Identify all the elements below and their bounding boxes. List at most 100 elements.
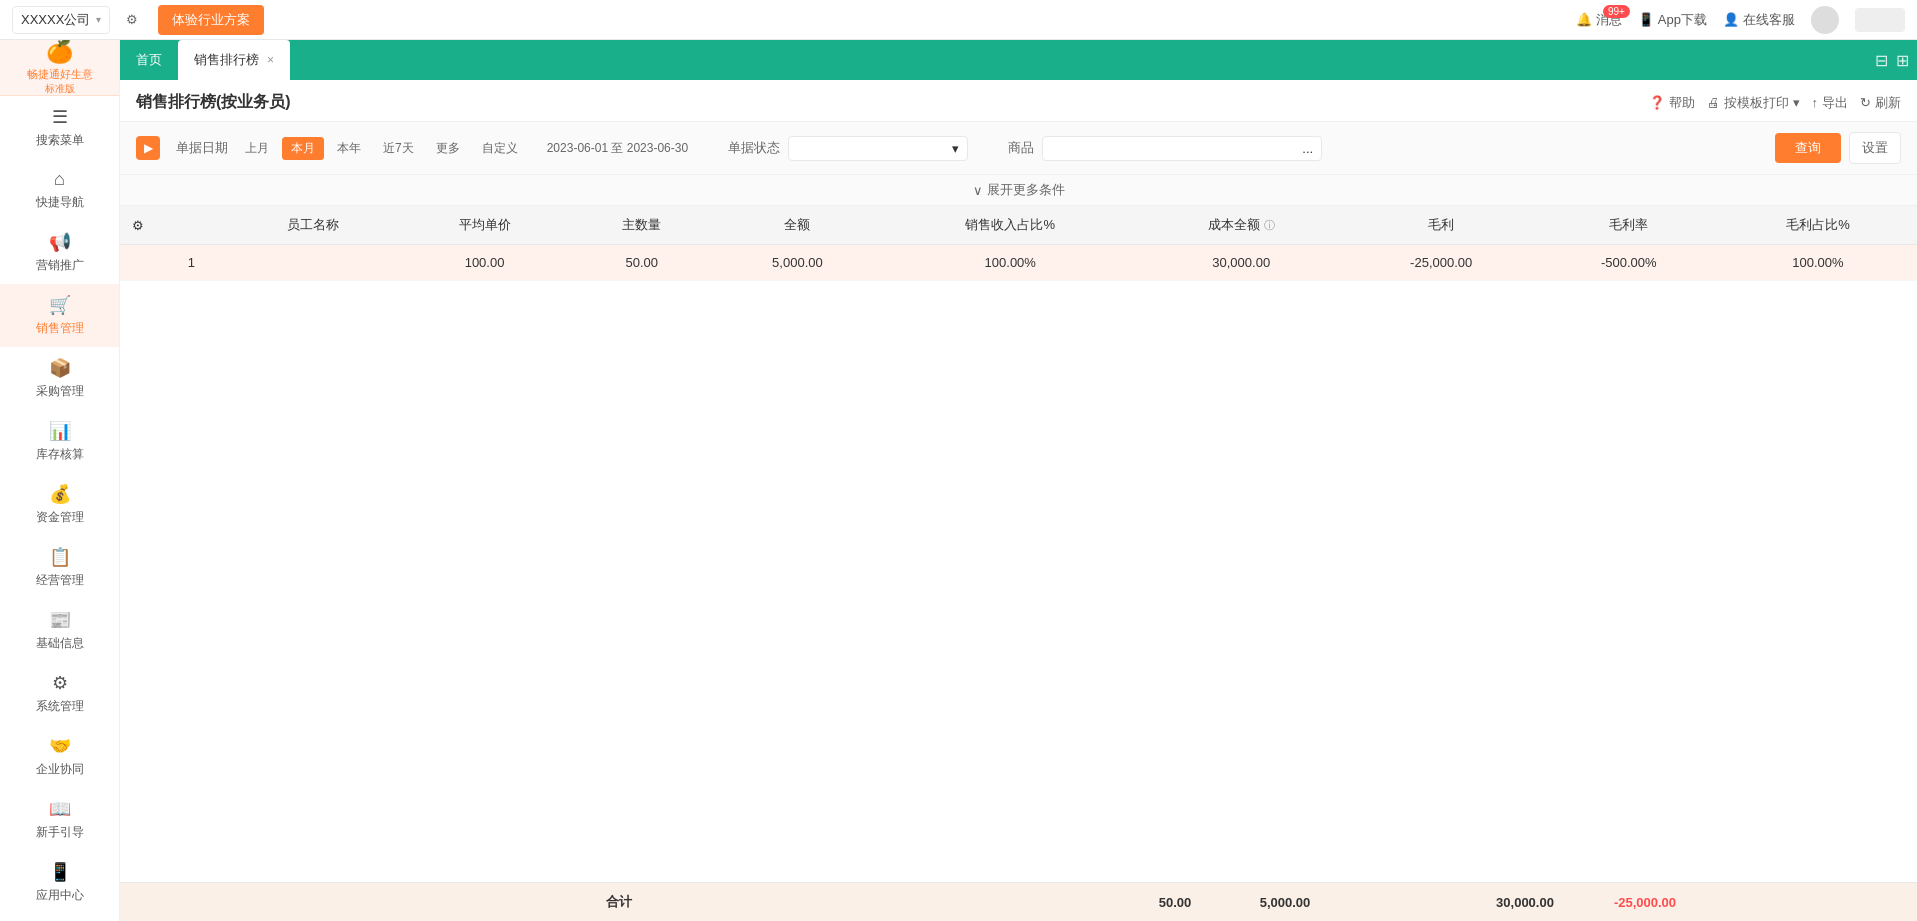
refresh-button[interactable]: ↻ 刷新	[1860, 94, 1901, 112]
company-selector[interactable]: XXXXX公司 ▾	[12, 6, 110, 34]
cell-qty: 50.00	[571, 245, 714, 281]
sidebar-label-purchase: 采购管理	[36, 383, 84, 400]
date-btn-more[interactable]: 更多	[427, 137, 469, 160]
help-button[interactable]: ❓ 帮助	[1649, 94, 1695, 112]
goods-filter-input[interactable]: ...	[1042, 136, 1322, 161]
tab-sales-ranking-label: 销售排行榜	[194, 51, 259, 69]
tab-right-actions: ⊟ ⊞	[1875, 51, 1917, 70]
tab-sales-ranking[interactable]: 销售排行榜 ×	[178, 40, 290, 80]
sidebar-item-wechat[interactable]: 💬 企业微信	[0, 914, 119, 921]
expand-filters-button[interactable]: ∨ 展开更多条件	[973, 181, 1065, 199]
col-settings[interactable]: ⚙	[120, 206, 156, 245]
sidebar-label-marketing: 营销推广	[36, 257, 84, 274]
phone-icon: 📱	[1638, 12, 1654, 27]
tab-close-icon[interactable]: ×	[267, 53, 274, 67]
export-icon: ↑	[1812, 95, 1819, 110]
purchase-icon: 📦	[49, 357, 71, 379]
tab-collapse-icon[interactable]: ⊟	[1875, 51, 1888, 70]
sidebar-label-basic: 基础信息	[36, 635, 84, 652]
logo-text: 畅捷通好生意	[27, 67, 93, 82]
filter-bar: ▶ 单据日期 上月 本月 本年 近7天 更多 自定义 2023-06-01 至 …	[120, 122, 1917, 175]
sidebar-item-shortcut[interactable]: ⌂ 快捷导航	[0, 159, 119, 221]
tab-bar: 首页 销售排行榜 × ⊟ ⊞	[120, 40, 1917, 80]
user-name	[1855, 8, 1905, 32]
tab-home-label: 首页	[136, 51, 162, 69]
date-btn-custom[interactable]: 自定义	[473, 137, 527, 160]
sidebar-item-operation[interactable]: 📋 经营管理	[0, 536, 119, 599]
sidebar-item-marketing[interactable]: 📢 营销推广	[0, 221, 119, 284]
cell-gross-rate: -500.00%	[1539, 245, 1719, 281]
sidebar-item-system[interactable]: ⚙ 系统管理	[0, 662, 119, 725]
sidebar-item-purchase[interactable]: 📦 采购管理	[0, 347, 119, 410]
date-range-display: 2023-06-01 至 2023-06-30	[547, 140, 688, 157]
footer-qty: 50.00	[1125, 895, 1225, 910]
sidebar-item-finance[interactable]: 💰 资金管理	[0, 473, 119, 536]
export-label: 导出	[1822, 94, 1848, 112]
col-rank	[156, 206, 227, 245]
sidebar-item-basic[interactable]: 📰 基础信息	[0, 599, 119, 662]
sidebar-label-coop: 企业协同	[36, 761, 84, 778]
help-label: 帮助	[1669, 94, 1695, 112]
sidebar-item-guide[interactable]: 📖 新手引导	[0, 788, 119, 851]
guide-icon: 📖	[49, 798, 71, 820]
sidebar-item-inventory[interactable]: 📊 库存核算	[0, 410, 119, 473]
notification-badge: 99+	[1603, 5, 1630, 18]
goods-filter-label: 商品	[1008, 139, 1034, 157]
finance-icon: 💰	[49, 483, 71, 505]
date-filter-group: 单据日期 上月 本月 本年 近7天 更多 自定义	[176, 137, 527, 160]
coop-icon: 🤝	[49, 735, 71, 757]
sidebar-label-inventory: 库存核算	[36, 446, 84, 463]
sidebar-item-sales[interactable]: 🛒 销售管理	[0, 284, 119, 347]
content-area: 首页 销售排行榜 × ⊟ ⊞ 销售排行榜(按业务员) ❓ 帮助	[120, 40, 1917, 921]
query-button[interactable]: 查询	[1775, 133, 1841, 163]
sidebar-logo: 🍊 畅捷通好生意 标准版	[0, 40, 119, 96]
bell-icon: 🔔	[1576, 12, 1592, 27]
app-download[interactable]: 📱 App下载	[1638, 11, 1707, 29]
print-icon: 🖨	[1707, 95, 1720, 110]
table-settings-button[interactable]: 设置	[1849, 132, 1901, 164]
filter-expand-arrow[interactable]: ▶	[136, 136, 160, 160]
sidebar-label-search: 搜索菜单	[36, 132, 84, 149]
sidebar-item-apps[interactable]: 📱 应用中心	[0, 851, 119, 914]
sidebar-item-search[interactable]: ☰ 搜索菜单	[0, 96, 119, 159]
sidebar-label-system: 系统管理	[36, 698, 84, 715]
print-button[interactable]: 🖨 按模板打印 ▾	[1707, 94, 1800, 112]
footer-label: 合计	[212, 893, 1025, 911]
expand-filters-label: 展开更多条件	[987, 181, 1065, 199]
date-btn-last-month[interactable]: 上月	[236, 137, 278, 160]
sidebar-label-sales: 销售管理	[36, 320, 84, 337]
status-filter-select[interactable]: ▾	[788, 136, 968, 161]
online-service[interactable]: 👤 在线客服	[1723, 11, 1795, 29]
app-download-label: App下载	[1658, 11, 1707, 29]
footer-cost: 30,000.00	[1465, 895, 1585, 910]
goods-more-icon: ...	[1302, 141, 1313, 156]
cell-gross-pct: 100.00%	[1719, 245, 1917, 281]
cell-name	[227, 245, 399, 281]
notification-bell[interactable]: 🔔 消息 99+	[1576, 11, 1622, 29]
avatar[interactable]	[1811, 6, 1839, 34]
settings-icon[interactable]: ⚙	[118, 6, 146, 34]
sales-icon: 🛒	[49, 294, 71, 316]
tab-fullscreen-icon[interactable]: ⊞	[1896, 51, 1909, 70]
cell-rank: 1	[156, 245, 227, 281]
sidebar-label-apps: 应用中心	[36, 887, 84, 904]
sidebar-item-coop[interactable]: 🤝 企业协同	[0, 725, 119, 788]
refresh-icon: ↻	[1860, 95, 1871, 110]
headset-icon: 👤	[1723, 12, 1739, 27]
tab-home[interactable]: 首页	[120, 40, 178, 80]
marketing-icon: 📢	[49, 231, 71, 253]
status-filter-section: 单据状态 ▾	[728, 136, 968, 161]
col-amount: 全额	[713, 206, 882, 245]
date-btn-7days[interactable]: 近7天	[374, 137, 423, 160]
search-icon: ☰	[52, 106, 68, 128]
export-button[interactable]: ↑ 导出	[1812, 94, 1849, 112]
logo-sub: 标准版	[45, 82, 75, 96]
refresh-label: 刷新	[1875, 94, 1901, 112]
date-btn-this-year[interactable]: 本年	[328, 137, 370, 160]
try-solution-button[interactable]: 体验行业方案	[158, 5, 264, 35]
footer-gross: -25,000.00	[1585, 895, 1705, 910]
col-gross-rate: 毛利率	[1539, 206, 1719, 245]
status-select-chevron: ▾	[952, 141, 959, 156]
date-btn-this-month[interactable]: 本月	[282, 137, 324, 160]
status-filter-label: 单据状态	[728, 139, 780, 157]
